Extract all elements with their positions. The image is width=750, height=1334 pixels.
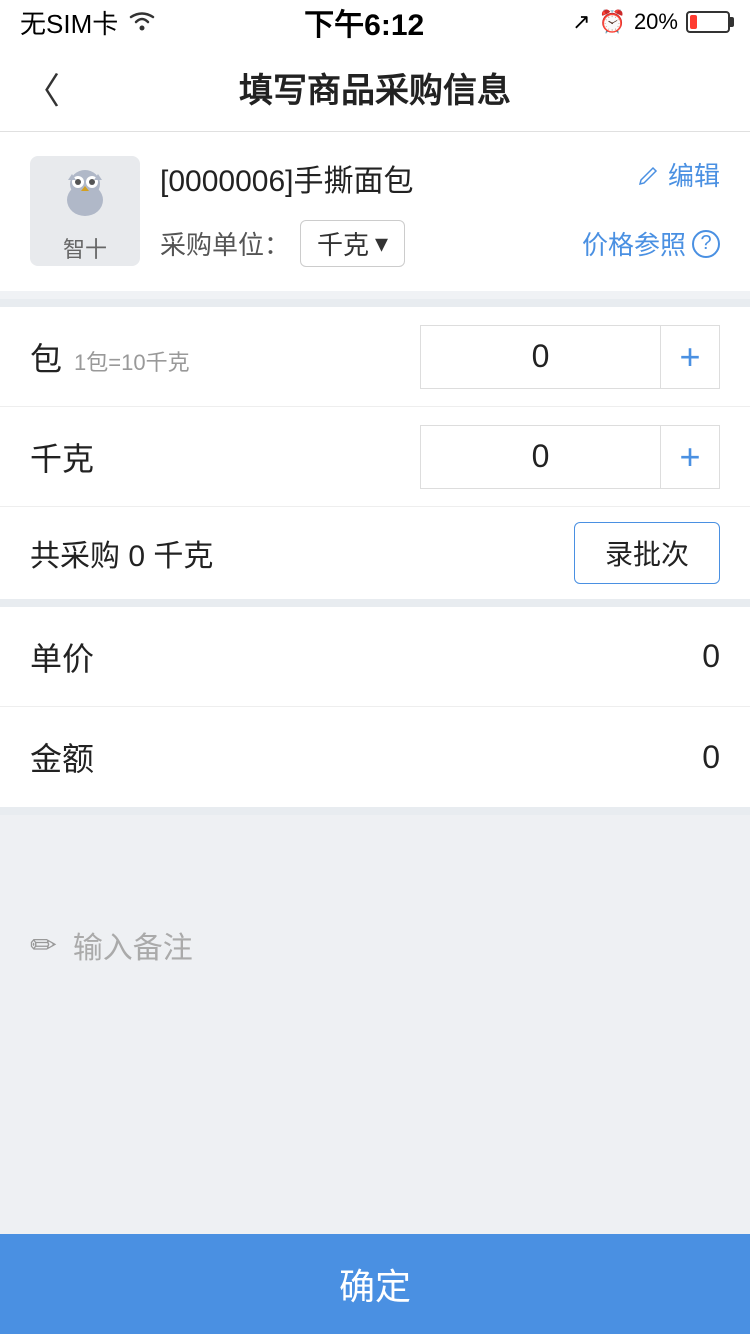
notes-section[interactable]: ✏ 输入备注 — [0, 815, 750, 1075]
bag-input-row: 包 1包=10千克 0 + — [0, 307, 750, 407]
bag-label: 包 — [30, 334, 62, 380]
bag-plus-button[interactable]: + — [660, 325, 720, 389]
product-name: [0000006]手撕面包 — [160, 156, 413, 200]
product-brand-label: 智十 — [63, 232, 107, 264]
confirm-button[interactable]: 确定 — [0, 1234, 750, 1334]
status-left: 无SIM卡 — [20, 4, 156, 41]
unit-price-label: 单价 — [30, 634, 94, 680]
bag-unit-hint: 1包=10千克 — [74, 345, 190, 377]
amount-label: 金额 — [30, 734, 94, 780]
unit-label: 采购单位： 千克 ▾ — [160, 220, 405, 267]
time-label: 下午6:12 — [304, 0, 424, 44]
product-image: 智十 — [30, 156, 140, 266]
bag-quantity-input[interactable]: 0 — [420, 325, 660, 389]
bag-input-controls: 0 + — [420, 325, 720, 389]
battery-percent: 20% — [634, 9, 678, 35]
product-info: [0000006]手撕面包 编辑 采购单位： 千克 ▾ 价格参照 ? — [160, 156, 720, 267]
edit-button[interactable]: 编辑 — [638, 156, 720, 193]
total-row: 共采购 0 千克 录批次 — [0, 507, 750, 607]
unit-select[interactable]: 千克 ▾ — [300, 220, 405, 267]
nav-bar: 〈 填写商品采购信息 — [0, 44, 750, 132]
kg-input-controls: 0 + — [420, 425, 720, 489]
kg-plus-button[interactable]: + — [660, 425, 720, 489]
record-batch-button[interactable]: 录批次 — [574, 522, 720, 584]
alarm-icon: ⏰ — [599, 9, 626, 35]
input-section: 包 1包=10千克 0 + 千克 0 + — [0, 307, 750, 507]
total-label: 共采购 0 千克 — [30, 531, 213, 575]
notes-placeholder: 输入备注 — [73, 923, 193, 967]
status-right: ↗ ⏰ 20% — [572, 9, 730, 35]
product-card: 智十 [0000006]手撕面包 编辑 采购单位： 千克 ▾ 价格参照 — [0, 132, 750, 299]
price-section: 单价 0 金额 0 — [0, 607, 750, 815]
kg-label: 千克 — [30, 434, 94, 480]
battery-icon — [686, 11, 730, 33]
section-divider-1 — [0, 299, 750, 307]
amount-value: 0 — [702, 739, 720, 776]
unit-price-value: 0 — [702, 638, 720, 675]
kg-quantity-input[interactable]: 0 — [420, 425, 660, 489]
content-spacer — [0, 1075, 750, 1235]
unit-price-row: 单价 0 — [0, 607, 750, 707]
location-icon: ↗ — [572, 9, 590, 35]
kg-input-row: 千克 0 + — [0, 407, 750, 507]
wifi-icon — [128, 7, 156, 38]
back-button[interactable]: 〈 — [24, 62, 60, 114]
dropdown-icon: ▾ — [375, 228, 388, 259]
page-title: 填写商品采购信息 — [239, 63, 511, 112]
product-logo-icon — [50, 158, 120, 228]
carrier-label: 无SIM卡 — [20, 4, 118, 41]
help-icon: ? — [692, 230, 720, 258]
edit-pencil-icon: ✏ — [30, 926, 57, 964]
status-bar: 无SIM卡 下午6:12 ↗ ⏰ 20% — [0, 0, 750, 44]
amount-row: 金额 0 — [0, 707, 750, 807]
price-reference-button[interactable]: 价格参照 ? — [582, 225, 720, 262]
